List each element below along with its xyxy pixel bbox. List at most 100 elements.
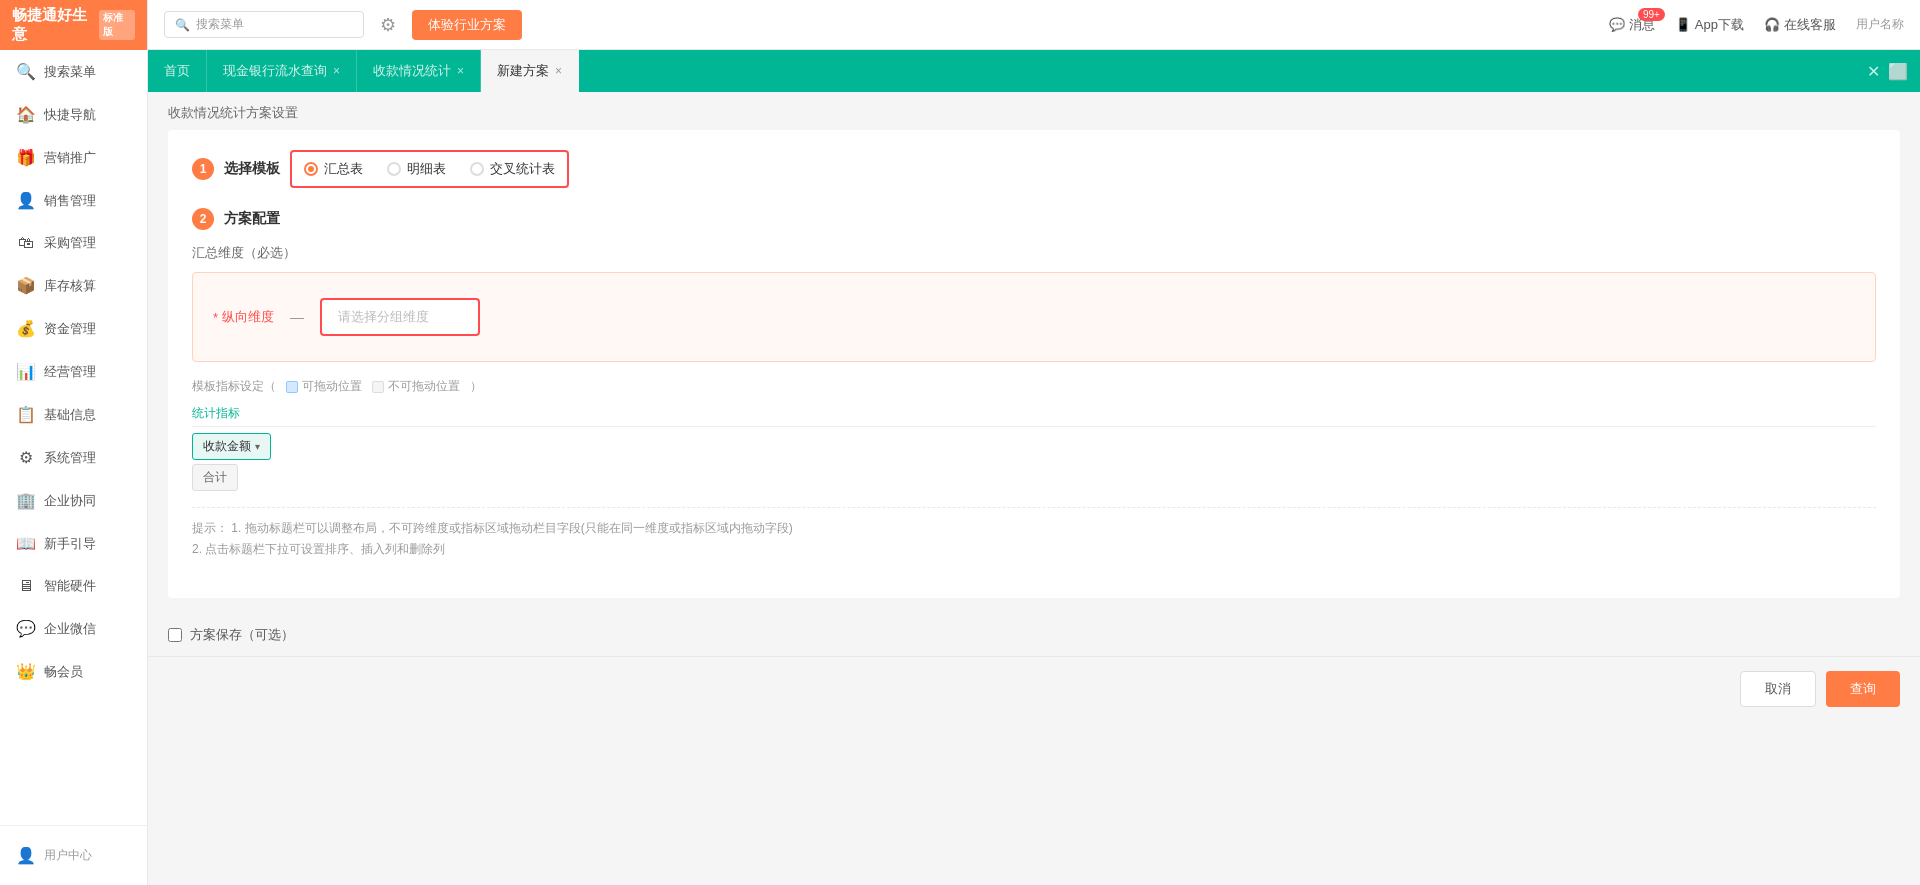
sidebar-label-guide: 新手引导: [44, 535, 96, 553]
config-section: 汇总维度（必选） * 纵向维度 — 请选择分组维度: [192, 244, 1876, 558]
tab-label-collection: 收款情况统计: [373, 62, 451, 80]
dimension-title: 汇总维度（必选）: [192, 244, 1876, 262]
sidebar-label-hardware: 智能硬件: [44, 577, 96, 595]
wechat-icon: 💬: [16, 619, 36, 638]
metric-sub-total[interactable]: 合计: [192, 464, 238, 491]
sidebar-item-marketing[interactable]: 🎁 营销推广: [0, 136, 147, 179]
step1-header: 1 选择模板 汇总表 明细表 交叉统计表: [192, 150, 1876, 188]
tab-collection[interactable]: 收款情况统计 ×: [357, 50, 481, 92]
sidebar-label-member: 畅会员: [44, 663, 83, 681]
plan-save-row: 方案保存（可选）: [148, 614, 1920, 656]
step2-title: 方案配置: [224, 210, 280, 228]
sidebar-label-inventory: 库存核算: [44, 277, 96, 295]
step2-section: 2 方案配置 汇总维度（必选） * 纵向维度: [192, 208, 1876, 558]
inventory-icon: 📦: [16, 276, 36, 295]
guide-icon: 📖: [16, 534, 36, 553]
tabbar-controls: ✕ ⬜: [1855, 50, 1920, 92]
radio-summary[interactable]: 汇总表: [304, 160, 363, 178]
maximize-icon[interactable]: ⬜: [1888, 62, 1908, 81]
save-checkbox[interactable]: [168, 628, 182, 642]
metrics-grid: 收款金额 ▾: [192, 433, 1876, 460]
gear-icon[interactable]: ⚙: [380, 14, 396, 36]
sidebar-item-wechat[interactable]: 💬 企业微信: [0, 607, 147, 650]
sidebar-item-hardware[interactable]: 🖥 智能硬件: [0, 565, 147, 607]
metric-chip-collection[interactable]: 收款金额 ▾: [192, 433, 271, 460]
radio-circle-summary: [304, 162, 318, 176]
message-wrap: 💬 消息 99+: [1609, 16, 1655, 34]
topbar-right: 💬 消息 99+ 📱 App下载 🎧 在线客服 用户名称: [1609, 16, 1904, 34]
sidebar-label-basic: 基础信息: [44, 406, 96, 424]
metrics-area: 统计指标 收款金额 ▾ 合计: [192, 405, 1876, 491]
arrow-icon: —: [290, 309, 304, 325]
sidebar-item-finance[interactable]: 💰 资金管理: [0, 307, 147, 350]
movable-label: 可拖动位置: [302, 378, 362, 395]
user-name: 用户名称: [1856, 16, 1904, 33]
dimension-placeholder: 请选择分组维度: [338, 309, 429, 324]
sidebar-label-marketing: 营销推广: [44, 149, 96, 167]
sidebar-label-sales: 销售管理: [44, 192, 96, 210]
sidebar-item-quick-nav[interactable]: 🏠 快捷导航: [0, 93, 147, 136]
chevron-down-icon: ▾: [255, 441, 260, 452]
dimension-select[interactable]: 请选择分组维度: [320, 298, 480, 336]
tip-icon-2: 2.: [192, 542, 205, 556]
tips-section: 提示： 1. 拖动标题栏可以调整布局，不可跨维度或指标区域拖动栏目字段(只能在同…: [192, 507, 1876, 558]
tip-icon-1: 提示： 1.: [192, 521, 245, 535]
operations-icon: 📊: [16, 362, 36, 381]
step1-section: 1 选择模板 汇总表 明细表 交叉统计表: [192, 150, 1876, 188]
vertical-dim-label: * 纵向维度: [213, 308, 274, 326]
sidebar-item-system[interactable]: ⚙ 系统管理: [0, 436, 147, 479]
purchase-icon: 🛍: [16, 234, 36, 252]
sales-icon: 👤: [16, 191, 36, 210]
tab-home[interactable]: 首页: [148, 50, 207, 92]
dimension-row: * 纵向维度 — 请选择分组维度: [213, 298, 480, 336]
service-icon: 🎧: [1764, 17, 1780, 32]
form-container: 1 选择模板 汇总表 明细表 交叉统计表: [168, 130, 1900, 598]
tab-new_plan[interactable]: 新建方案×: [481, 50, 579, 92]
query-button[interactable]: 查询: [1826, 671, 1900, 707]
download-icon: 📱: [1675, 17, 1691, 32]
sidebar-item-guide[interactable]: 📖 新手引导: [0, 522, 147, 565]
radio-cross[interactable]: 交叉统计表: [470, 160, 555, 178]
tip-line-2: 2. 点击标题栏下拉可设置排序、插入列和删除列: [192, 541, 1876, 558]
cancel-button[interactable]: 取消: [1740, 671, 1816, 707]
content-area: 收款情况统计方案设置 1 选择模板 汇总表 明细表: [148, 92, 1920, 885]
search-box[interactable]: 🔍 搜索菜单: [164, 11, 364, 38]
search-placeholder: 搜索菜单: [196, 16, 244, 33]
sidebar-item-purchase[interactable]: 🛍 采购管理: [0, 222, 147, 264]
sidebar: 畅捷通好生意 标准版 🔍 搜索菜单 🏠 快捷导航 🎁 营销推广 👤 销售管理 🛍…: [0, 0, 148, 885]
sidebar-item-enterprise[interactable]: 🏢 企业协同: [0, 479, 147, 522]
tab-close-new_plan[interactable]: ×: [555, 64, 562, 78]
sidebar-item-operations[interactable]: 📊 经营管理: [0, 350, 147, 393]
sidebar-item-basic[interactable]: 📋 基础信息: [0, 393, 147, 436]
sidebar-item-bottom1[interactable]: 👤 用户中心: [0, 834, 147, 877]
tip-text-1: 拖动标题栏可以调整布局，不可跨维度或指标区域拖动栏目字段(只能在同一维度或指标区…: [245, 521, 793, 535]
tab-close-collection[interactable]: ×: [457, 64, 464, 78]
sidebar-item-member[interactable]: 👑 畅会员: [0, 650, 147, 693]
trial-button[interactable]: 体验行业方案: [412, 10, 522, 40]
download-label: App下载: [1695, 16, 1744, 34]
service-button[interactable]: 🎧 在线客服: [1764, 16, 1836, 34]
sidebar-item-sales[interactable]: 👤 销售管理: [0, 179, 147, 222]
logo: 畅捷通好生意 标准版: [0, 0, 147, 50]
member-icon: 👑: [16, 662, 36, 681]
save-label: 方案保存（可选）: [190, 626, 294, 644]
template-options: 汇总表 明细表 交叉统计表: [290, 150, 569, 188]
tabbar: 首页现金银行流水查询×收款情况统计×新建方案× ✕ ⬜: [148, 50, 1920, 92]
radio-circle-detail: [387, 162, 401, 176]
search-icon: 🔍: [16, 62, 36, 81]
marketing-icon: 🎁: [16, 148, 36, 167]
main-area: 🔍 搜索菜单 ⚙ 体验行业方案 💬 消息 99+ 📱 App下载 🎧 在线客服 …: [148, 0, 1920, 885]
radio-detail[interactable]: 明细表: [387, 160, 446, 178]
hardware-icon: 🖥: [16, 577, 36, 595]
metric-sub-label: 合计: [203, 470, 227, 484]
quick-nav-icon: 🏠: [16, 105, 36, 124]
tab-bank[interactable]: 现金银行流水查询×: [207, 50, 357, 92]
finance-icon: 💰: [16, 319, 36, 338]
sidebar-item-search[interactable]: 🔍 搜索菜单: [0, 50, 147, 93]
close-window-icon[interactable]: ✕: [1867, 62, 1880, 81]
download-button[interactable]: 📱 App下载: [1675, 16, 1744, 34]
sidebar-item-inventory[interactable]: 📦 库存核算: [0, 264, 147, 307]
sidebar-label-enterprise: 企业协同: [44, 492, 96, 510]
tab-close-bank[interactable]: ×: [333, 64, 340, 78]
logo-text: 畅捷通好生意: [12, 6, 95, 44]
